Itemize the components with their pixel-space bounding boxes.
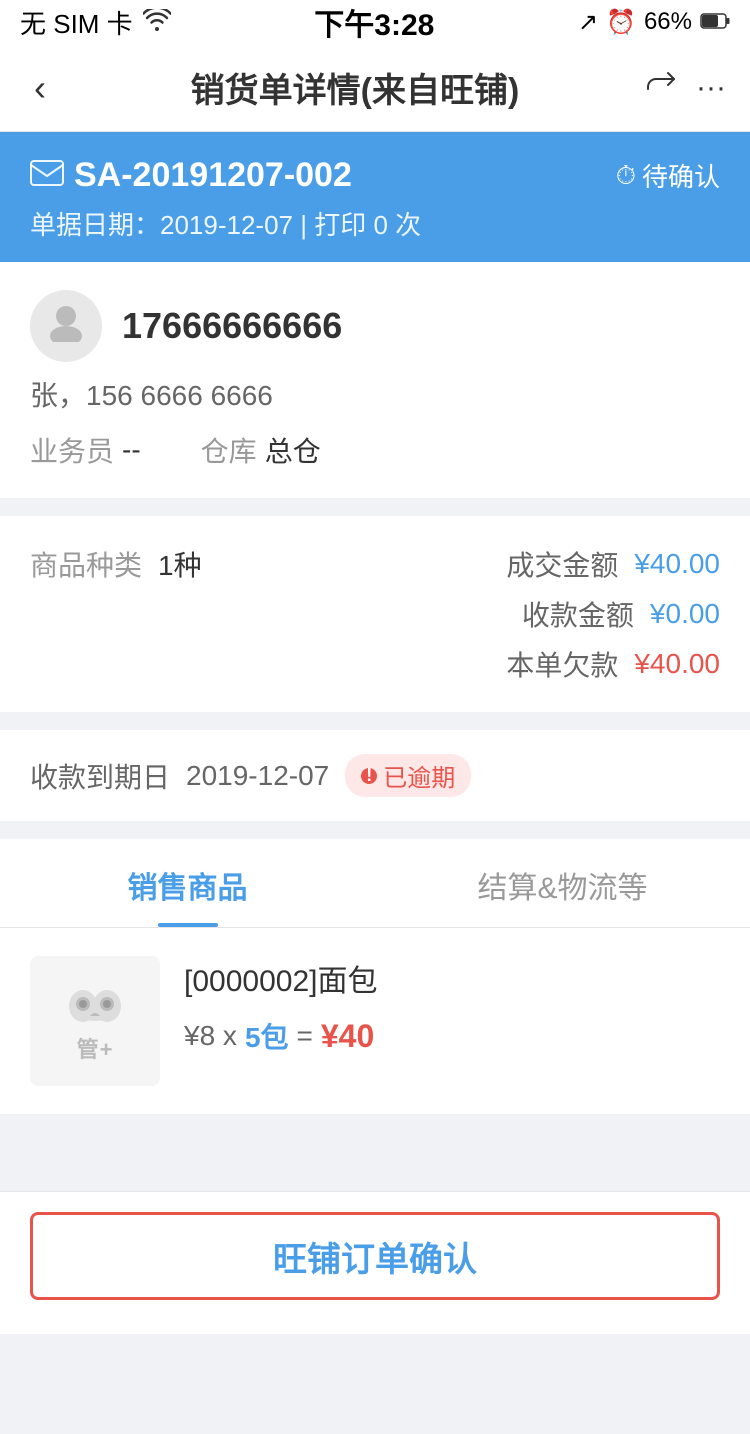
due-date-label: 收款到期日 — [30, 756, 170, 796]
goods-type-label: 商品种类 — [30, 544, 142, 584]
overdue-text: 已逾期 — [383, 758, 455, 793]
product-name: [0000002]面包 — [184, 956, 720, 1000]
product-logo-text: 管+ — [77, 1032, 114, 1064]
nav-bar: ‹ 销货单详情(来自旺铺) ··· — [0, 44, 750, 132]
product-info: [0000002]面包 ¥8 x 5包 = ¥40 — [184, 956, 720, 1056]
overdue-icon: ! — [361, 768, 377, 784]
sales-meta: 业务员 -- — [30, 430, 141, 470]
receipt-amount-value: ¥0.00 — [650, 598, 720, 630]
product-item: 管+ [0000002]面包 ¥8 x 5包 = ¥40 — [30, 956, 720, 1086]
product-logo: 管+ — [55, 978, 135, 1064]
tab-settlement[interactable]: 结算&物流等 — [375, 839, 750, 927]
alarm-icon: ⏰ — [606, 8, 636, 37]
balance-value: ¥40.00 — [634, 648, 720, 680]
receipt-amount-label: 收款金额 — [522, 594, 634, 634]
confirm-order-button[interactable]: 旺铺订单确认 — [30, 1212, 720, 1300]
warehouse-value: 总仓 — [265, 430, 321, 470]
wifi-icon — [143, 7, 171, 38]
carrier-text: 无 SIM 卡 — [20, 4, 133, 41]
order-banner: SA-20191207-002 ⏱ 待确认 单据日期：2019-12-07 | … — [0, 132, 750, 262]
product-price: ¥8 x — [184, 1020, 237, 1052]
status-right: ↗ ⏰ 66% — [578, 8, 730, 37]
product-image: 管+ — [30, 956, 160, 1086]
status-left: 无 SIM 卡 — [20, 4, 171, 41]
order-id: SA-20191207-002 — [30, 156, 352, 195]
overdue-badge: ! 已逾期 — [345, 754, 471, 797]
order-date: 单据日期：2019-12-07 | 打印 0 次 — [30, 205, 720, 242]
deal-amount-value: ¥40.00 — [634, 548, 720, 580]
back-button[interactable]: ‹ — [24, 57, 56, 119]
product-price-row: ¥8 x 5包 = ¥40 — [184, 1016, 720, 1056]
product-quantity: 5包 — [245, 1016, 289, 1056]
location-icon: ↗ — [578, 8, 598, 37]
battery-text: 66% — [644, 8, 692, 36]
order-status: ⏱ 待确认 — [616, 157, 720, 194]
order-status-text: 待确认 — [642, 157, 720, 194]
product-equals: = — [297, 1020, 313, 1052]
share-button[interactable] — [646, 69, 676, 107]
receipt-amount-row: 收款金额 ¥0.00 — [522, 594, 720, 634]
balance-row: 本单欠款 ¥40.00 — [506, 644, 720, 684]
due-date-section: 收款到期日 2019-12-07 ! 已逾期 — [0, 730, 750, 821]
confirm-order-label: 旺铺订单确认 — [273, 1232, 477, 1281]
clock-icon: ⏱ — [616, 160, 636, 192]
battery-icon — [700, 8, 730, 36]
status-bar: 无 SIM 卡 下午3:28 ↗ ⏰ 66% — [0, 0, 750, 44]
tab-sales-goods[interactable]: 销售商品 — [0, 839, 375, 927]
status-time: 下午3:28 — [314, 0, 434, 44]
nav-actions: ··· — [646, 69, 726, 107]
product-total: ¥40 — [321, 1018, 374, 1055]
goods-type-value: 1种 — [158, 544, 202, 584]
mail-icon — [30, 156, 64, 195]
product-section: 管+ [0000002]面包 ¥8 x 5包 = ¥40 — [0, 928, 750, 1114]
due-date-value: 2019-12-07 — [186, 760, 329, 792]
warehouse-label: 仓库 — [201, 430, 257, 470]
bottom-btn-area: 旺铺订单确认 — [0, 1191, 750, 1334]
deal-amount-row: 成交金额 ¥40.00 — [506, 544, 720, 584]
balance-label: 本单欠款 — [506, 644, 618, 684]
warehouse-meta: 仓库 总仓 — [201, 430, 321, 470]
customer-phone: 17666666666 — [122, 305, 342, 347]
sales-label: 业务员 — [30, 430, 114, 470]
more-button[interactable]: ··· — [696, 71, 726, 105]
customer-section: 17666666666 张，156 6666 6666 业务员 -- 仓库 总仓 — [0, 262, 750, 498]
customer-avatar — [30, 290, 102, 362]
page-title: 销货单详情(来自旺铺) — [64, 63, 646, 112]
goods-type: 商品种类 1种 — [30, 544, 202, 584]
customer-name: 张，156 6666 6666 — [30, 374, 720, 414]
deal-amount-label: 成交金额 — [506, 544, 618, 584]
order-id-text: SA-20191207-002 — [74, 156, 352, 195]
avatar-person-icon — [45, 300, 87, 352]
tabs-container: 销售商品 结算&物流等 — [0, 839, 750, 928]
amounts: 成交金额 ¥40.00 收款金额 ¥0.00 本单欠款 ¥40.00 — [506, 544, 720, 684]
customer-meta: 业务员 -- 仓库 总仓 — [30, 430, 720, 470]
sales-value: -- — [122, 434, 141, 466]
summary-section: 商品种类 1种 成交金额 ¥40.00 收款金额 ¥0.00 本单欠款 ¥40.… — [0, 516, 750, 712]
